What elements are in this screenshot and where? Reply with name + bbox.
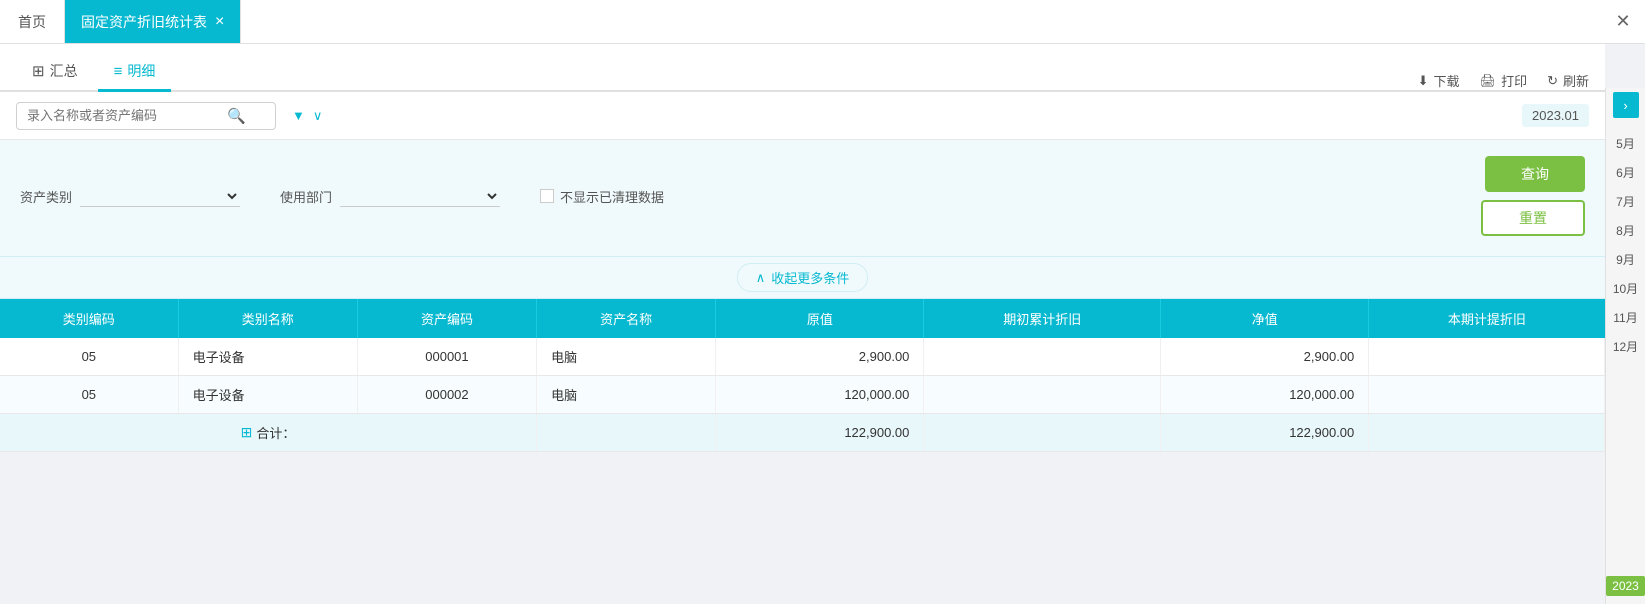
table-wrap: 类别编码 类别名称 资产编码 资产名称 原值 期初累计折旧 净值 本期计提折旧 …: [0, 299, 1605, 604]
refresh-button[interactable]: ↻ 刷新: [1547, 71, 1589, 90]
tab-detail[interactable]: ≡ 明细: [98, 53, 172, 92]
cell-original-value: 2,900.00: [716, 338, 924, 376]
window-close-button[interactable]: ✕: [1601, 0, 1645, 44]
cell-asset-code: 000002: [357, 376, 536, 414]
tabs-row: ⊞ 汇总 ≡ 明细 ⬇ 下载 🖨 打印 ↻ 刷新: [0, 44, 1605, 92]
month-7[interactable]: 7月: [1606, 188, 1645, 215]
summary-icon: ⊞: [32, 62, 45, 80]
print-label: 打印: [1501, 71, 1527, 90]
refresh-label: 刷新: [1563, 71, 1589, 90]
tab-close-icon[interactable]: ×: [215, 14, 224, 30]
cell-asset-name: 电脑: [537, 376, 716, 414]
col-accumulated-dep: 期初累计折旧: [924, 299, 1161, 338]
search-input-wrap[interactable]: 🔍: [16, 102, 276, 130]
department-select[interactable]: [340, 185, 500, 207]
tab-label: 固定资产折旧统计表: [81, 12, 207, 32]
department-filter: 使用部门: [280, 185, 500, 207]
cell-accumulated-dep: [924, 376, 1161, 414]
right-panel: › 5月 6月 7月 8月 9月 10月 11月 12月 2023: [1605, 88, 1645, 604]
month-12[interactable]: 12月: [1606, 333, 1645, 360]
asset-category-select[interactable]: [80, 185, 240, 207]
reset-button[interactable]: 重置: [1481, 200, 1585, 236]
cell-accumulated-dep: [924, 338, 1161, 376]
more-filters-button[interactable]: ▼ ∨: [292, 108, 322, 124]
year-badge[interactable]: 2023: [1606, 576, 1645, 596]
month-5[interactable]: 5月: [1606, 130, 1645, 157]
collapse-button[interactable]: ∧ 收起更多条件: [737, 263, 869, 292]
col-original-value: 原值: [716, 299, 924, 338]
home-nav[interactable]: 首页: [0, 0, 65, 43]
exclude-cleared-filter[interactable]: 不显示已清理数据: [540, 187, 664, 206]
search-input[interactable]: [27, 108, 227, 123]
table-header-row: 类别编码 类别名称 资产编码 资产名称 原值 期初累计折旧 净值 本期计提折旧: [0, 299, 1605, 338]
print-button[interactable]: 🖨 打印: [1480, 71, 1528, 90]
cell-original-value: 120,000.00: [716, 376, 924, 414]
download-label: 下载: [1434, 71, 1460, 90]
print-icon: 🖨: [1480, 73, 1497, 89]
month-10[interactable]: 10月: [1606, 275, 1645, 302]
query-button[interactable]: 查询: [1485, 156, 1585, 192]
cell-category-name: 电子设备: [178, 376, 357, 414]
total-row: ⊞ 合计： 122,900.00 122,900.00: [0, 414, 1605, 452]
exclude-cleared-label: 不显示已清理数据: [560, 187, 664, 206]
download-icon: ⬇: [1418, 73, 1429, 89]
panel-arrow-button[interactable]: ›: [1613, 92, 1639, 118]
collapse-icon: ∧: [756, 270, 766, 286]
data-table: 类别编码 类别名称 资产编码 资产名称 原值 期初累计折旧 净值 本期计提折旧 …: [0, 299, 1605, 452]
cell-current-dep: [1369, 338, 1605, 376]
cell-current-dep: [1369, 376, 1605, 414]
refresh-icon: ↻: [1547, 73, 1558, 89]
search-icon: 🔍: [227, 107, 246, 125]
active-tab[interactable]: 固定资产折旧统计表 ×: [65, 0, 241, 43]
month-6[interactable]: 6月: [1606, 159, 1645, 186]
table-row[interactable]: 05 电子设备 000001 电脑 2,900.00 2,900.00: [0, 338, 1605, 376]
home-label: 首页: [18, 12, 46, 32]
total-accumulated-dep: [924, 414, 1161, 452]
col-category-name: 类别名称: [178, 299, 357, 338]
cell-asset-name: 电脑: [537, 338, 716, 376]
date-display: 2023.01: [1522, 104, 1589, 127]
filter-icon: ▼: [292, 108, 305, 123]
cell-category-name: 电子设备: [178, 338, 357, 376]
cell-category-code: 05: [0, 338, 178, 376]
filter-area: 资产类别 使用部门 不显示已清理数据 查询 重置: [0, 140, 1605, 257]
col-current-dep: 本期计提折旧: [1369, 299, 1605, 338]
asset-category-label: 资产类别: [20, 187, 72, 206]
month-9[interactable]: 9月: [1606, 246, 1645, 273]
asset-category-filter: 资产类别: [20, 185, 240, 207]
cell-net-value: 2,900.00: [1161, 338, 1369, 376]
cell-asset-code: 000001: [357, 338, 536, 376]
total-label-text: 合计：: [256, 423, 295, 442]
col-category-code: 类别编码: [0, 299, 178, 338]
total-net-value: 122,900.00: [1161, 414, 1369, 452]
exclude-cleared-checkbox[interactable]: [540, 189, 554, 203]
total-original-value: 122,900.00: [716, 414, 924, 452]
detail-icon: ≡: [114, 63, 123, 80]
table-row[interactable]: 05 电子设备 000002 电脑 120,000.00 120,000.00: [0, 376, 1605, 414]
col-asset-name: 资产名称: [537, 299, 716, 338]
total-empty-name: [537, 414, 716, 452]
total-label-cell: ⊞ 合计：: [0, 414, 537, 452]
month-11[interactable]: 11月: [1606, 304, 1645, 331]
tab-detail-label: 明细: [127, 61, 155, 81]
collapse-row: ∧ 收起更多条件: [0, 257, 1605, 299]
cell-category-code: 05: [0, 376, 178, 414]
department-label: 使用部门: [280, 187, 332, 206]
cell-net-value: 120,000.00: [1161, 376, 1369, 414]
search-bar: 🔍 ▼ ∨ 2023.01: [0, 92, 1605, 140]
col-asset-code: 资产编码: [357, 299, 536, 338]
total-current-dep: [1369, 414, 1605, 452]
collapse-label: 收起更多条件: [771, 268, 849, 287]
month-8[interactable]: 8月: [1606, 217, 1645, 244]
tab-summary[interactable]: ⊞ 汇总: [16, 53, 94, 92]
total-icon: ⊞: [241, 424, 253, 441]
chevron-down-icon: ∨: [313, 108, 323, 124]
download-button[interactable]: ⬇ 下载: [1418, 71, 1460, 90]
col-net-value: 净值: [1161, 299, 1369, 338]
tab-summary-label: 汇总: [50, 61, 78, 81]
